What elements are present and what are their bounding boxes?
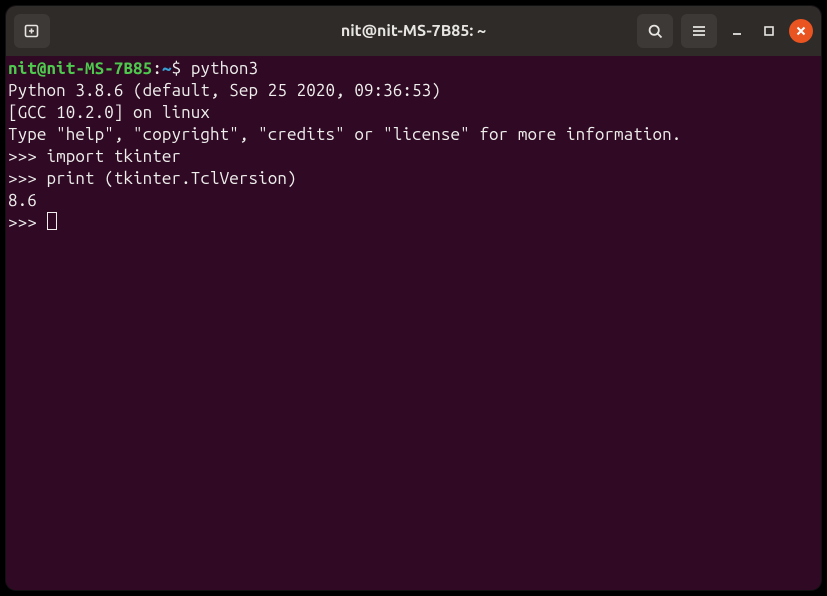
python-input: print (tkinter.TclVersion)	[46, 169, 296, 188]
hamburger-icon	[691, 23, 707, 39]
python-ps1: >>>	[8, 213, 46, 232]
search-button[interactable]	[637, 14, 673, 48]
terminal-window: nit@nit-MS-7B85: ~	[6, 6, 821, 590]
close-button[interactable]	[789, 19, 813, 43]
titlebar: nit@nit-MS-7B85: ~	[6, 6, 821, 56]
titlebar-left-group	[14, 14, 50, 48]
python-input: import tkinter	[46, 147, 181, 166]
prompt-colon: :	[152, 59, 162, 78]
new-tab-icon	[23, 22, 41, 40]
close-icon	[795, 25, 807, 37]
maximize-button[interactable]	[757, 19, 781, 43]
minimize-button[interactable]	[725, 19, 749, 43]
output-line: [GCC 10.2.0] on linux	[8, 103, 210, 122]
maximize-icon	[763, 25, 775, 37]
prompt-dollar: $	[172, 59, 191, 78]
output-line: Python 3.8.6 (default, Sep 25 2020, 09:3…	[8, 81, 451, 100]
titlebar-right-group	[637, 14, 813, 48]
output-line: 8.6	[8, 191, 37, 210]
text-cursor	[47, 212, 57, 230]
terminal-viewport[interactable]: nit@nit-MS-7B85:~$ python3 Python 3.8.6 …	[6, 56, 821, 590]
prompt-userhost: nit@nit-MS-7B85	[8, 59, 152, 78]
new-tab-button[interactable]	[14, 14, 50, 48]
minimize-icon	[731, 25, 743, 37]
search-icon	[647, 23, 664, 40]
python-ps1: >>>	[8, 169, 46, 188]
hamburger-menu-button[interactable]	[681, 14, 717, 48]
prompt-cwd: ~	[162, 59, 172, 78]
output-line: Type "help", "copyright", "credits" or "…	[8, 125, 681, 144]
python-ps1: >>>	[8, 147, 46, 166]
shell-command: python3	[191, 59, 258, 78]
